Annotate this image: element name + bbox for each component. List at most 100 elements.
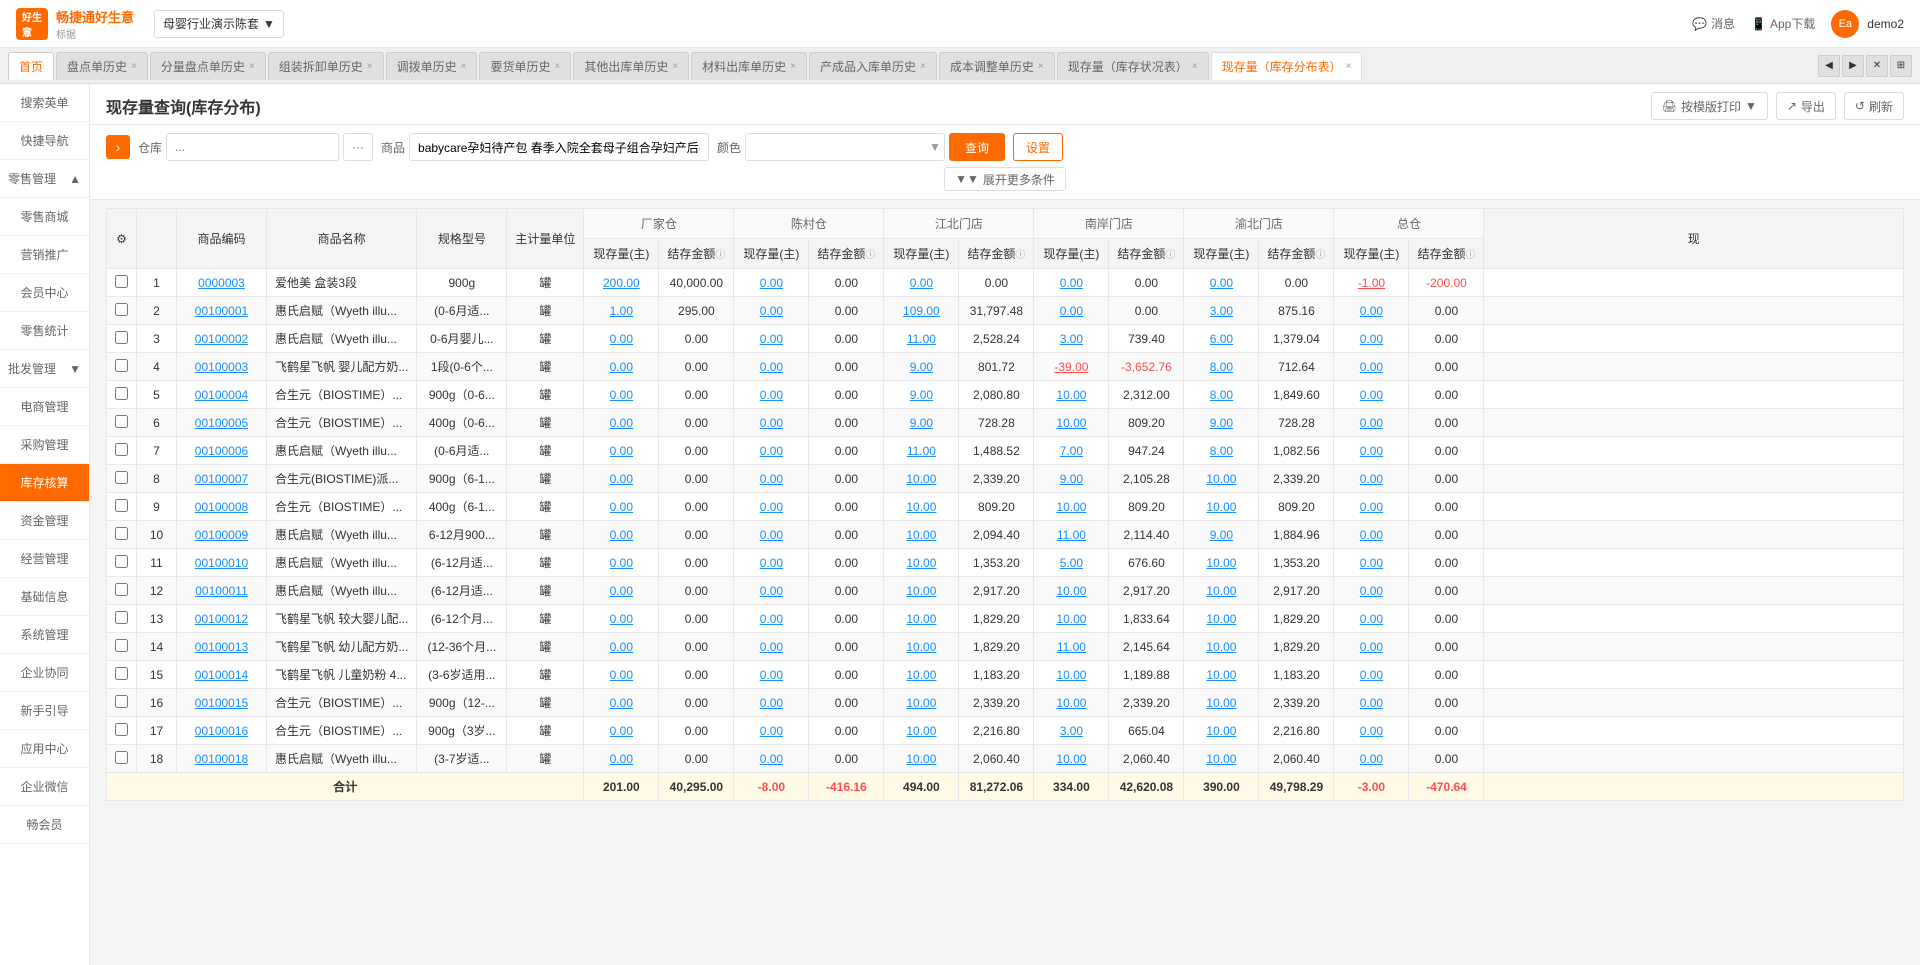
cell-checkbox[interactable] [107, 521, 137, 549]
cell-nanan-qty[interactable]: 3.00 [1034, 717, 1109, 745]
cell-chen-qty[interactable]: 0.00 [734, 577, 809, 605]
cell-chen-qty[interactable]: 0.00 [734, 633, 809, 661]
sidebar-item-retail-mall[interactable]: 零售商城 [0, 198, 89, 236]
sidebar-item-shortcut[interactable]: 快捷导航 [0, 122, 89, 160]
tab-close-cost-adjust[interactable]: × [1038, 61, 1044, 72]
tab-material-out[interactable]: 材料出库单历史 × [691, 52, 807, 80]
cell-jiangbei-qty[interactable]: 10.00 [884, 745, 959, 773]
warehouse-dots-btn[interactable]: ··· [343, 133, 373, 161]
cell-checkbox[interactable] [107, 717, 137, 745]
cell-chen-qty[interactable]: 0.00 [734, 521, 809, 549]
cell-factory-qty[interactable]: 1.00 [584, 297, 659, 325]
tab-inventory-single[interactable]: 盘点单历史 × [56, 52, 148, 80]
cell-code[interactable]: 00100011 [177, 577, 267, 605]
cell-total-qty[interactable]: 0.00 [1334, 297, 1409, 325]
tab-request[interactable]: 要货单历史 × [479, 52, 571, 80]
cell-factory-qty[interactable]: 0.00 [584, 521, 659, 549]
tab-close-combo[interactable]: × [367, 61, 373, 72]
cell-code[interactable]: 00100004 [177, 381, 267, 409]
cell-chen-qty[interactable]: 0.00 [734, 745, 809, 773]
cell-checkbox[interactable] [107, 605, 137, 633]
cell-jiangbei-qty[interactable]: 109.00 [884, 297, 959, 325]
cell-yubei-qty[interactable]: 8.00 [1184, 353, 1259, 381]
cell-yubei-qty[interactable]: 10.00 [1184, 633, 1259, 661]
sidebar-item-system[interactable]: 系统管理 [0, 616, 89, 654]
cell-code[interactable]: 00100014 [177, 661, 267, 689]
cell-total-qty[interactable]: 0.00 [1334, 493, 1409, 521]
sidebar-item-wholesale[interactable]: 批发管理 ▼ [0, 350, 89, 388]
cell-checkbox[interactable] [107, 409, 137, 437]
company-selector[interactable]: 母婴行业演示陈套 ▼ [154, 10, 284, 38]
cell-factory-qty[interactable]: 0.00 [584, 717, 659, 745]
cell-chen-qty[interactable]: 0.00 [734, 381, 809, 409]
chen-info-icon[interactable]: ⓘ [865, 250, 875, 261]
cell-factory-qty[interactable]: 0.00 [584, 605, 659, 633]
cell-yubei-qty[interactable]: 9.00 [1184, 521, 1259, 549]
cell-yubei-qty[interactable]: 10.00 [1184, 493, 1259, 521]
cell-factory-qty[interactable]: 0.00 [584, 549, 659, 577]
tab-close-other-out[interactable]: × [672, 61, 678, 72]
cell-nanan-qty[interactable]: 11.00 [1034, 633, 1109, 661]
cell-nanan-qty[interactable]: 10.00 [1034, 661, 1109, 689]
print-btn[interactable]: 🖨 按模版打印 ▼ [1651, 92, 1768, 120]
cell-jiangbei-qty[interactable]: 10.00 [884, 521, 959, 549]
cell-nanan-qty[interactable]: 0.00 [1034, 269, 1109, 297]
yubei-info-icon[interactable]: ⓘ [1315, 250, 1325, 261]
cell-yubei-qty[interactable]: 10.00 [1184, 717, 1259, 745]
cell-chen-qty[interactable]: 0.00 [734, 325, 809, 353]
expand-conditions-btn[interactable]: ▼▼ 展开更多条件 [944, 167, 1066, 191]
cell-nanan-qty[interactable]: 5.00 [1034, 549, 1109, 577]
collapse-btn[interactable]: › [106, 135, 130, 159]
tab-close-stock-dist[interactable]: × [1346, 61, 1352, 72]
cell-code[interactable]: 00100007 [177, 465, 267, 493]
tab-close-request[interactable]: × [554, 61, 560, 72]
tab-prev-btn[interactable]: ◀ [1818, 55, 1840, 77]
cell-factory-qty[interactable]: 0.00 [584, 577, 659, 605]
cell-factory-qty[interactable]: 0.00 [584, 353, 659, 381]
cell-chen-qty[interactable]: 0.00 [734, 717, 809, 745]
cell-nanan-qty[interactable]: 10.00 [1034, 409, 1109, 437]
cell-checkbox[interactable] [107, 577, 137, 605]
cell-checkbox[interactable] [107, 689, 137, 717]
search-btn[interactable]: 查询 [949, 133, 1005, 161]
warehouse-input[interactable] [166, 133, 339, 161]
cell-chen-qty[interactable]: 0.00 [734, 409, 809, 437]
cell-nanan-qty[interactable]: 3.00 [1034, 325, 1109, 353]
cell-jiangbei-qty[interactable]: 10.00 [884, 717, 959, 745]
cell-nanan-qty[interactable]: 9.00 [1034, 465, 1109, 493]
cell-checkbox[interactable] [107, 549, 137, 577]
cell-jiangbei-qty[interactable]: 10.00 [884, 465, 959, 493]
cell-code[interactable]: 00100003 [177, 353, 267, 381]
cell-total-qty[interactable]: 0.00 [1334, 381, 1409, 409]
sidebar-item-member[interactable]: 会员中心 [0, 274, 89, 312]
cell-chen-qty[interactable]: 0.00 [734, 353, 809, 381]
cell-jiangbei-qty[interactable]: 9.00 [884, 353, 959, 381]
sidebar-item-basic[interactable]: 基础信息 [0, 578, 89, 616]
sidebar-item-wechat[interactable]: 企业微信 [0, 768, 89, 806]
cell-yubei-qty[interactable]: 10.00 [1184, 605, 1259, 633]
cell-code[interactable]: 00100010 [177, 549, 267, 577]
cell-chen-qty[interactable]: 0.00 [734, 297, 809, 325]
cell-chen-qty[interactable]: 0.00 [734, 465, 809, 493]
cell-total-qty[interactable]: 0.00 [1334, 549, 1409, 577]
cell-yubei-qty[interactable]: 10.00 [1184, 465, 1259, 493]
cell-factory-qty[interactable]: 0.00 [584, 493, 659, 521]
cell-yubei-qty[interactable]: 10.00 [1184, 549, 1259, 577]
cell-yubei-qty[interactable]: 3.00 [1184, 297, 1259, 325]
tab-combo[interactable]: 组装拆卸单历史 × [268, 52, 384, 80]
sidebar-item-cooperation[interactable]: 企业协同 [0, 654, 89, 692]
cell-chen-qty[interactable]: 0.00 [734, 437, 809, 465]
cell-nanan-qty[interactable]: 10.00 [1034, 689, 1109, 717]
cell-chen-qty[interactable]: 0.00 [734, 269, 809, 297]
cell-total-qty[interactable]: 0.00 [1334, 465, 1409, 493]
sidebar-item-guide[interactable]: 新手引导 [0, 692, 89, 730]
cell-jiangbei-qty[interactable]: 0.00 [884, 269, 959, 297]
cell-nanan-qty[interactable]: 0.00 [1034, 297, 1109, 325]
tab-close-stock-status[interactable]: × [1192, 61, 1198, 72]
user-area[interactable]: Ea demo2 [1831, 10, 1904, 38]
cell-checkbox[interactable] [107, 269, 137, 297]
cell-yubei-qty[interactable]: 10.00 [1184, 689, 1259, 717]
cell-checkbox[interactable] [107, 493, 137, 521]
cell-checkbox[interactable] [107, 465, 137, 493]
tab-close-product-in[interactable]: × [920, 61, 926, 72]
